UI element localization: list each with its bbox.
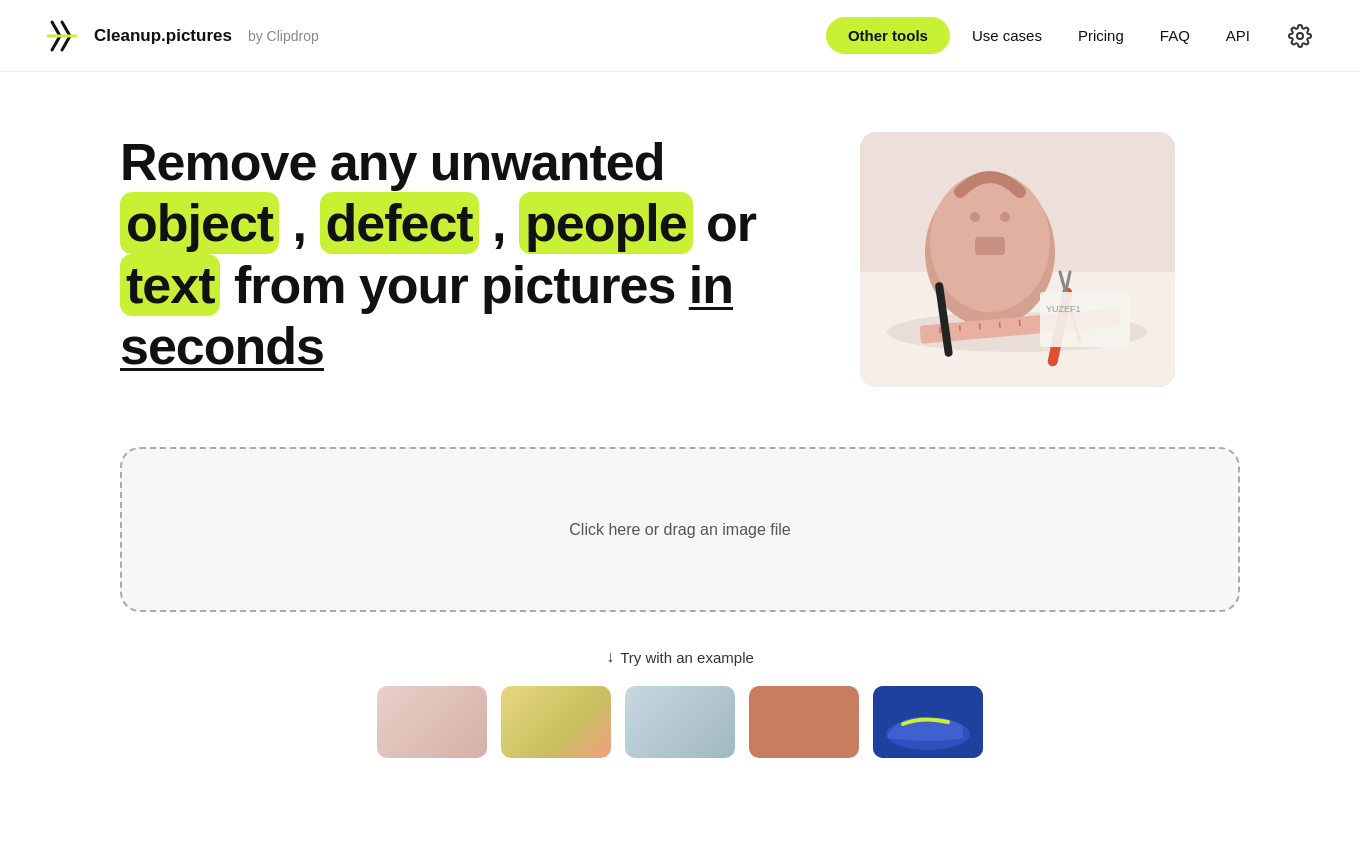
brand-name: Cleanup.pictures xyxy=(94,26,232,46)
hero-heading: Remove any unwanted object , defect , pe… xyxy=(120,132,800,377)
example-thumb-bag[interactable] xyxy=(377,686,487,758)
try-example-text: Try with an example xyxy=(620,649,754,666)
svg-text:YUZEF1: YUZEF1 xyxy=(1046,304,1081,314)
nav-link-api[interactable]: API xyxy=(1212,19,1264,52)
upload-dropzone[interactable]: Click here or drag an image file xyxy=(120,447,1240,612)
logo-icon xyxy=(40,14,84,58)
hero-word-defect: defect xyxy=(320,192,479,254)
svg-point-2 xyxy=(1297,33,1303,39)
example-thumbnails xyxy=(377,686,983,758)
svg-line-13 xyxy=(1000,322,1001,328)
svg-point-21 xyxy=(970,212,980,222)
hero-text: Remove any unwanted object , defect , pe… xyxy=(120,132,800,377)
hero-section: Remove any unwanted object , defect , pe… xyxy=(0,72,1360,427)
hero-line1: Remove any unwanted xyxy=(120,133,664,191)
svg-line-10 xyxy=(940,327,941,333)
svg-line-11 xyxy=(960,325,961,331)
upload-section: Click here or drag an image file xyxy=(0,447,1360,612)
hero-image: YUZEF1 xyxy=(860,132,1175,387)
svg-line-14 xyxy=(1019,320,1020,326)
navbar: Cleanup.pictures by Clipdrop Other tools… xyxy=(0,0,1360,72)
hero-word-object: object xyxy=(120,192,279,254)
hero-line-end: from your pictures xyxy=(220,256,688,314)
example-thumb-desk[interactable] xyxy=(501,686,611,758)
hero-comma1: , xyxy=(279,194,306,252)
svg-point-22 xyxy=(1000,212,1010,222)
try-example-label: ↓ Try with an example xyxy=(606,648,754,666)
hero-image-art: YUZEF1 xyxy=(860,132,1175,387)
other-tools-button[interactable]: Other tools xyxy=(826,17,950,54)
logo-link[interactable]: Cleanup.pictures by Clipdrop xyxy=(40,14,319,58)
example-thumb-jacket[interactable] xyxy=(749,686,859,758)
example-thumb-shoe[interactable] xyxy=(873,686,983,758)
nav-link-pricing[interactable]: Pricing xyxy=(1064,19,1138,52)
hero-or: or xyxy=(706,194,756,252)
examples-section: ↓ Try with an example xyxy=(0,648,1360,758)
settings-button[interactable] xyxy=(1280,16,1320,56)
nav-link-use-cases[interactable]: Use cases xyxy=(958,19,1056,52)
svg-rect-19 xyxy=(1040,292,1130,347)
nav-links: Other tools Use cases Pricing FAQ API xyxy=(826,16,1320,56)
arrow-down-icon: ↓ xyxy=(606,648,614,666)
hero-word-text: text xyxy=(120,254,220,316)
example-thumb-room[interactable] xyxy=(625,686,735,758)
svg-rect-8 xyxy=(975,237,1005,255)
hero-word-people: people xyxy=(519,192,693,254)
gear-icon xyxy=(1288,24,1312,48)
nav-link-faq[interactable]: FAQ xyxy=(1146,19,1204,52)
brand-by: by Clipdrop xyxy=(248,28,319,44)
shoe-icon xyxy=(873,686,983,758)
upload-label: Click here or drag an image file xyxy=(569,521,790,539)
hero-comma2: , xyxy=(479,194,506,252)
svg-line-12 xyxy=(980,324,981,330)
